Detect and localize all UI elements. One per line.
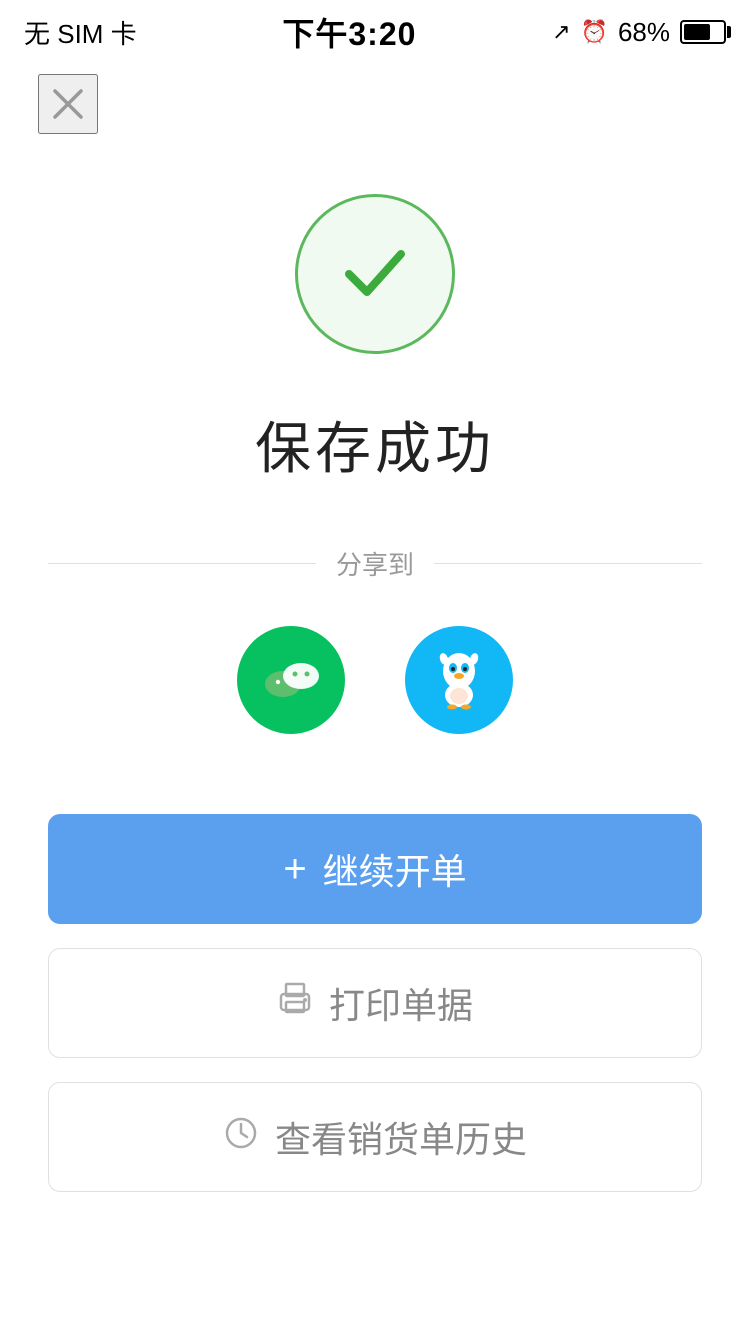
history-label: 查看销货单历史 [275, 1111, 527, 1163]
history-icon [223, 1115, 259, 1160]
battery-percent: 68% [618, 17, 670, 48]
location-icon: ↗ [552, 19, 570, 45]
continue-button[interactable]: + 继续开单 [48, 814, 702, 924]
continue-label: 继续开单 [323, 843, 467, 895]
divider-right [434, 563, 702, 564]
alarm-icon: ⏰ [581, 19, 608, 45]
success-title: 保存成功 [255, 404, 495, 485]
carrier-label: 无 SIM 卡 [24, 14, 137, 51]
checkmark-icon [335, 232, 415, 317]
status-carrier-wifi: 无 SIM 卡 [24, 14, 147, 51]
action-buttons: + 继续开单 打印单据 查看销货单历史 [48, 814, 702, 1192]
battery-icon [680, 20, 726, 44]
share-icons [237, 626, 513, 734]
share-label: 分享到 [336, 545, 414, 582]
divider-left [48, 563, 316, 564]
main-content: 保存成功 分享到 [0, 64, 750, 1334]
continue-plus-icon: + [283, 847, 306, 892]
status-right-icons: ↗ ⏰ 68% [552, 17, 726, 48]
close-button[interactable] [38, 74, 98, 134]
print-icon [277, 982, 313, 1025]
history-button[interactable]: 查看销货单历史 [48, 1082, 702, 1192]
success-icon-wrapper [295, 194, 455, 354]
status-bar: 无 SIM 卡 下午3:20 ↗ ⏰ 68% [0, 0, 750, 64]
share-qq-button[interactable] [405, 626, 513, 734]
share-divider: 分享到 [48, 545, 702, 582]
print-button[interactable]: 打印单据 [48, 948, 702, 1058]
print-label: 打印单据 [329, 977, 473, 1029]
share-wechat-button[interactable] [237, 626, 345, 734]
status-time: 下午3:20 [282, 9, 416, 55]
